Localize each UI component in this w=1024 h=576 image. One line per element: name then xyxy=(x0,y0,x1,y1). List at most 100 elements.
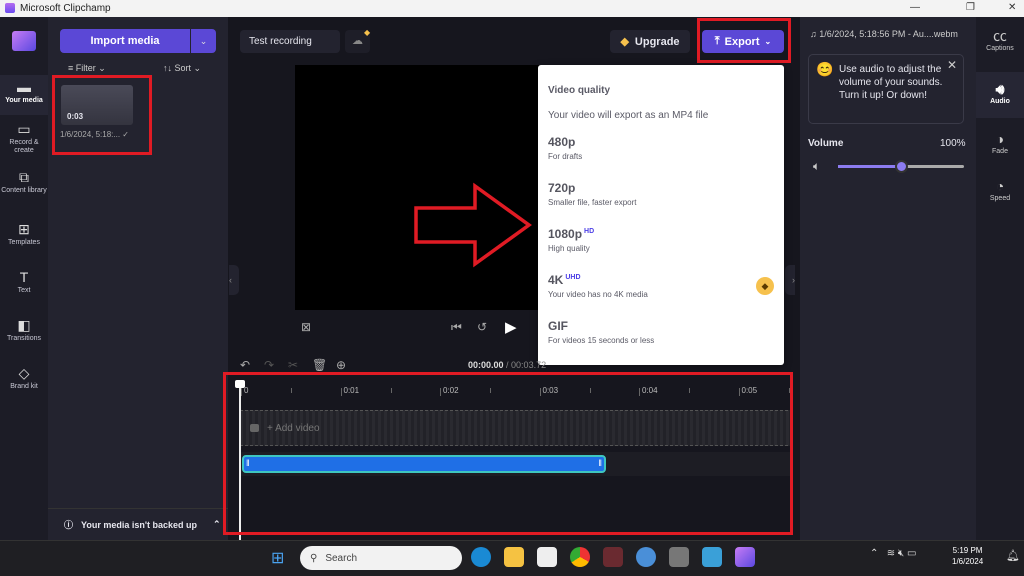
app-logo xyxy=(5,3,15,13)
music-icon: ♫ xyxy=(810,29,820,39)
option-4k[interactable]: 4K UHD Your video has no 4K media xyxy=(548,273,648,299)
snipping-tool-icon[interactable] xyxy=(603,547,623,567)
cloud-off-icon: ☁ xyxy=(352,35,363,47)
info-icon: ⓘ xyxy=(64,520,74,530)
speaker-icon: 🔈︎ xyxy=(813,159,821,173)
text-icon: T xyxy=(19,269,29,285)
camera-icon: ▭ xyxy=(17,121,31,137)
templates-icon: ⊞ xyxy=(18,221,30,237)
nav-text[interactable]: T Text xyxy=(0,269,48,295)
audio-icon: 🔊︎ xyxy=(995,81,1005,97)
upgrade-button[interactable]: ◆ Upgrade xyxy=(610,30,690,53)
export-quality-menu: Video quality Your video will export as … xyxy=(538,65,784,365)
annotation-highlight-media xyxy=(52,75,152,155)
premium-gem-icon: ◆ xyxy=(364,28,371,37)
file-explorer-icon[interactable] xyxy=(504,547,524,567)
nav-your-media[interactable]: ▬ Your media xyxy=(0,75,48,115)
volume-value: 100% xyxy=(940,138,966,149)
playback-controls: ⊠ ⏮ ↺ ▶ xyxy=(295,318,540,338)
speed-icon: ◔ xyxy=(995,178,1005,194)
chevron-up-icon: ⌃ xyxy=(213,519,221,529)
nav-content-library[interactable]: ⧉ Content library xyxy=(0,169,48,195)
left-nav: ▬ Your media ▭ Record & create ⧉ Content li… xyxy=(0,17,48,540)
title-bar: Microsoft Clipchamp — ❐ ✕ xyxy=(0,0,1024,17)
captions-icon: ㏄ xyxy=(993,28,1007,44)
uhd-badge: UHD xyxy=(565,274,581,281)
calculator-icon[interactable] xyxy=(669,547,689,567)
nav-brand-kit[interactable]: ◇ Brand kit xyxy=(0,365,48,391)
volume-slider[interactable] xyxy=(838,160,964,173)
tab-speed[interactable]: ◔ Speed xyxy=(976,177,1024,202)
project-name-input[interactable]: Test recording xyxy=(240,30,340,53)
sort-button[interactable]: ↑↓ Sort ⌄ xyxy=(163,63,201,74)
maximize-button[interactable]: ❐ xyxy=(966,2,975,13)
volume-label: Volume xyxy=(808,138,844,149)
menu-heading: Video quality xyxy=(548,85,611,96)
store-icon[interactable] xyxy=(537,547,557,567)
annotation-highlight-export xyxy=(697,18,791,63)
import-dropdown-button[interactable]: ⌄ xyxy=(191,29,216,53)
sort-icon: ↑↓ xyxy=(163,63,175,73)
tab-captions[interactable]: ㏄ Captions xyxy=(976,27,1024,52)
fullscreen-off-icon[interactable]: ⊠ xyxy=(301,320,311,334)
transitions-icon: ◧ xyxy=(17,317,31,333)
import-media-button[interactable]: Import media xyxy=(60,29,190,53)
right-tabs: ㏄ Captions 🔊︎ Audio ◑ Fade ◔ Speed xyxy=(976,17,1024,540)
chevron-up-icon: ⌃ xyxy=(870,548,879,559)
option-1080p[interactable]: 1080p HD High quality xyxy=(548,227,594,253)
system-tray[interactable]: ⌃ ≋ 🔇︎ ▭ xyxy=(870,548,916,559)
fade-icon: ◑ xyxy=(995,131,1005,147)
chevron-down-icon: ⌄ xyxy=(199,36,208,46)
hd-badge: HD xyxy=(584,228,595,235)
library-icon: ⧉ xyxy=(19,169,29,185)
close-icon[interactable]: ✕ xyxy=(947,59,957,72)
scissors-icon[interactable]: ✂ xyxy=(288,358,298,372)
tab-audio[interactable]: 🔊︎ Audio xyxy=(976,72,1024,118)
start-icon[interactable]: ⊞ xyxy=(271,548,284,568)
notification-bell-icon[interactable]: 🔔︎ xyxy=(1006,549,1020,562)
add-to-timeline-icon[interactable]: ⊕ xyxy=(336,358,346,372)
edge-icon[interactable] xyxy=(471,547,491,567)
brand-kit-icon: ◇ xyxy=(18,365,30,381)
backup-banner[interactable]: ⓘ Your media isn't backed up ⌃ xyxy=(48,508,228,540)
audio-tip: 😊 Use audio to adjust the volume of your … xyxy=(808,54,964,124)
taskbar-search[interactable]: ⚲ Search xyxy=(300,546,462,570)
nav-record-create[interactable]: ▭ Record & create xyxy=(0,121,48,155)
option-720p[interactable]: 720p Smaller file, faster export xyxy=(548,181,636,207)
close-button[interactable]: ✕ xyxy=(1008,2,1016,13)
folder-icon: ▬ xyxy=(17,79,31,95)
paint-icon[interactable] xyxy=(636,547,656,567)
clipchamp-logo xyxy=(12,31,36,51)
nav-templates[interactable]: ⊞ Templates xyxy=(0,221,48,247)
option-480p[interactable]: 480p For drafts xyxy=(548,135,582,161)
undo-icon[interactable]: ↶ xyxy=(240,358,250,372)
tab-fade[interactable]: ◑ Fade xyxy=(976,130,1024,155)
clock[interactable]: 5:19 PM 1/6/2024 xyxy=(952,545,983,567)
emoji-icon: 😊 xyxy=(816,61,834,77)
nav-transitions[interactable]: ◧ Transitions xyxy=(0,317,48,343)
filter-button[interactable]: ≡ Filter ⌄ xyxy=(68,63,106,74)
chrome-icon[interactable] xyxy=(570,547,590,567)
filter-icon: ≡ xyxy=(68,63,76,73)
menu-subtitle: Your video will export as an MP4 file xyxy=(548,110,709,121)
redo-icon[interactable]: ↷ xyxy=(264,358,274,372)
rewind-5-icon[interactable]: ↺ xyxy=(477,320,487,334)
minimize-button[interactable]: — xyxy=(910,2,920,13)
delete-icon[interactable]: 🗑 xyxy=(312,358,327,372)
premium-gem-icon: ◆ xyxy=(756,277,774,295)
file-name: ♫ 1/6/2024, 5:18:56 PM - Au....webm xyxy=(810,29,958,39)
window-title: Microsoft Clipchamp xyxy=(20,3,111,14)
annotation-highlight-timeline xyxy=(223,372,793,535)
collapse-left-button[interactable]: ‹ xyxy=(229,265,239,295)
mute-icon: 🔇︎ xyxy=(897,548,905,559)
cloud-sync-button[interactable]: ☁ ◆ xyxy=(345,28,370,53)
wifi-icon: ≋ xyxy=(886,548,896,559)
skip-back-icon[interactable]: ⏮ xyxy=(451,320,462,335)
notepad-icon[interactable] xyxy=(702,547,722,567)
collapse-right-button[interactable]: › xyxy=(785,265,795,295)
option-gif[interactable]: GIF For videos 15 seconds or less xyxy=(548,319,654,345)
battery-icon: ▭ xyxy=(907,548,917,559)
clipchamp-taskbar-icon[interactable] xyxy=(735,547,755,567)
gem-icon: ◆ xyxy=(620,36,629,48)
play-icon[interactable]: ▶ xyxy=(505,318,517,336)
